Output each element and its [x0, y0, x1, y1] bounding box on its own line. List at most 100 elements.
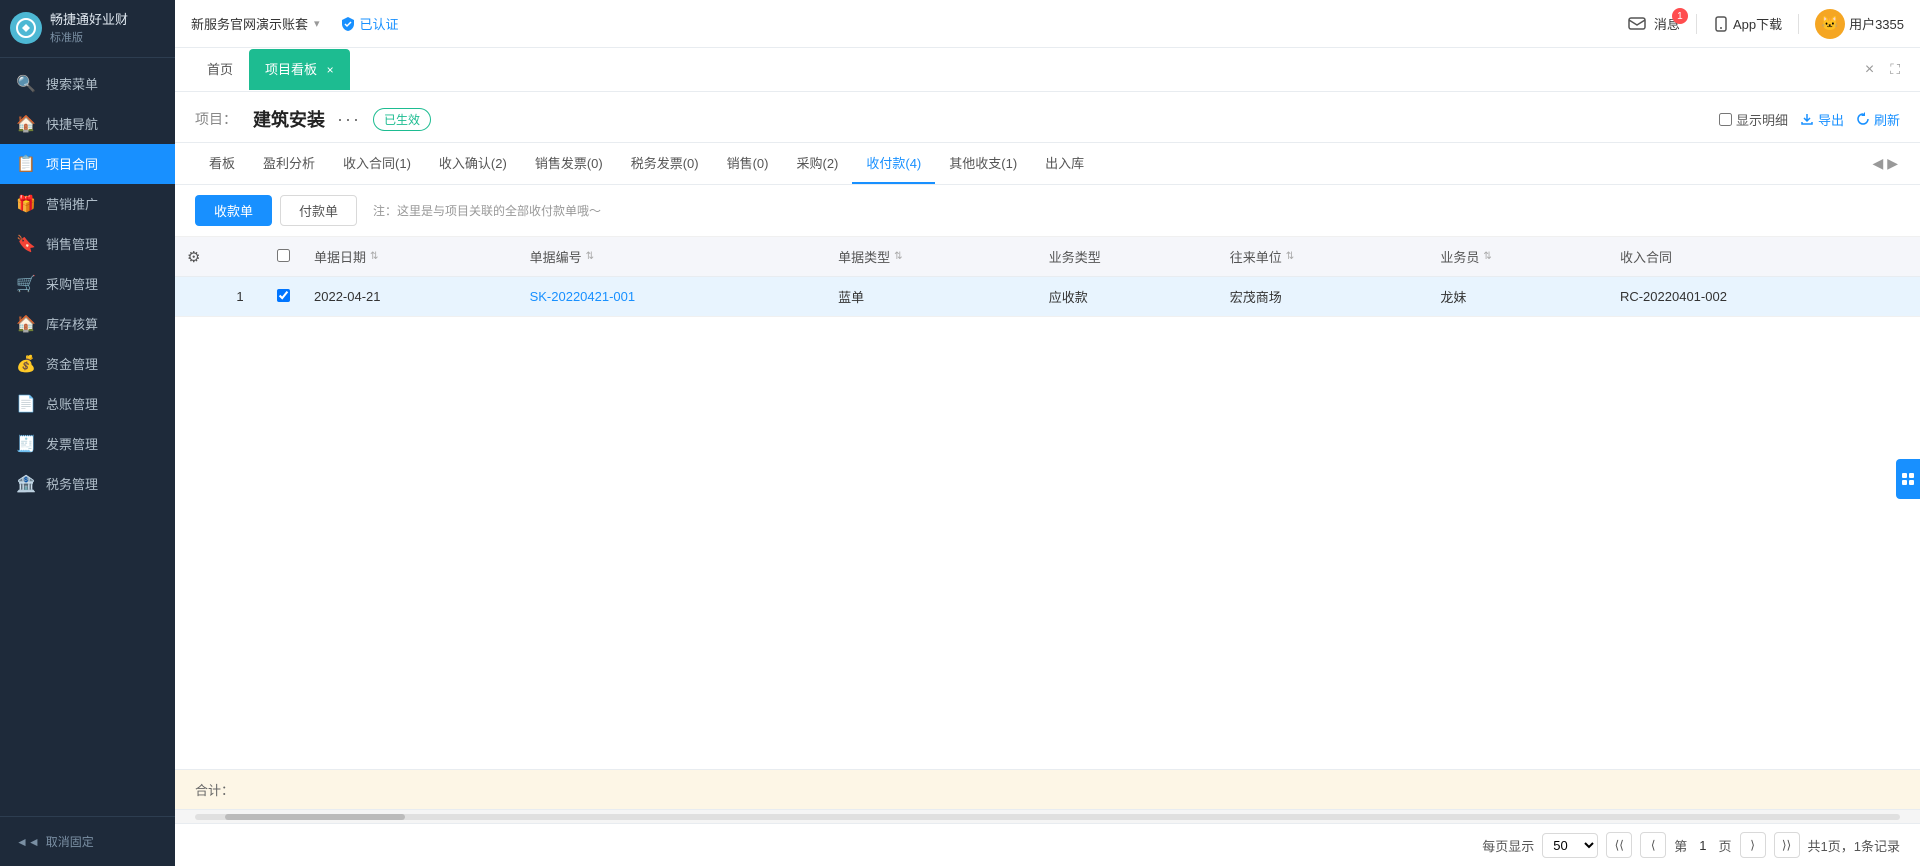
sub-tab-income-contract[interactable]: 收入合同(1) [329, 143, 425, 184]
th-biz-type: 业务类型 [1037, 237, 1218, 277]
sidebar-icon-10: 🏦 [16, 474, 36, 494]
refresh-btn[interactable]: 刷新 [1856, 110, 1900, 129]
certified-badge: 已认证 [340, 14, 399, 33]
message-btn[interactable]: 1 消息 [1628, 14, 1680, 33]
shield-icon [340, 16, 356, 32]
sidebar-icon-3: 🎁 [16, 194, 36, 214]
quick-panel-btn[interactable] [1896, 459, 1920, 499]
sub-tab-sales-invoice[interactable]: 销售发票(0) [521, 143, 617, 184]
pagination-page-suffix: 页 [1719, 836, 1732, 855]
pagination-last-btn[interactable]: ⟩⟩ [1774, 832, 1800, 858]
certified-label: 已认证 [360, 14, 399, 33]
sidebar-item-9[interactable]: 🧾 发票管理 [0, 424, 175, 464]
show-detail-label: 显示明细 [1736, 110, 1788, 129]
row-checkbox[interactable] [277, 289, 290, 302]
sub-tab-sales[interactable]: 销售(0) [713, 143, 783, 184]
pagination-first-btn[interactable]: ⟨⟨ [1606, 832, 1632, 858]
sidebar-icon-7: 💰 [16, 354, 36, 374]
user-menu-btn[interactable]: 🐱 用户3355 [1815, 9, 1904, 39]
pagination-current-page: 1 [1695, 838, 1710, 853]
tab-project-board[interactable]: 项目看板 × [249, 49, 350, 90]
sidebar-bottom[interactable]: ◄◄ 取消固定 [0, 816, 175, 866]
message-badge: 1 [1672, 8, 1688, 24]
sub-tab-inout[interactable]: 出入库 [1031, 143, 1098, 184]
tab-project-board-close[interactable]: × [327, 63, 334, 77]
app-download-btn[interactable]: App下载 [1713, 14, 1782, 33]
sidebar-logo: 畅捷通好业财 标准版 [0, 0, 175, 58]
th-partner[interactable]: 往来单位 ⇅ [1218, 237, 1429, 277]
sub-tab-next-btn[interactable]: ▶ [1885, 151, 1900, 176]
sidebar-item-8[interactable]: 📄 总账管理 [0, 384, 175, 424]
sidebar-item-5[interactable]: 🛒 采购管理 [0, 264, 175, 304]
th-contract: 收入合同 [1608, 237, 1920, 277]
th-salesman[interactable]: 业务员 ⇅ [1428, 237, 1608, 277]
table-footer: 合计： [175, 769, 1920, 809]
scrollbar-thumb[interactable] [225, 814, 405, 820]
sub-tab-payment[interactable]: 收付款(4) [852, 143, 935, 184]
account-selector[interactable]: 新服务官网演示账套 ▾ [191, 14, 320, 33]
show-detail-input[interactable] [1719, 113, 1732, 126]
sub-tab-profit[interactable]: 盈利分析 [249, 143, 329, 184]
sidebar-item-4[interactable]: 🔖 销售管理 [0, 224, 175, 264]
tab-maximize-btn[interactable]: ⛶ [1886, 57, 1904, 83]
quick-panel-icon [1900, 471, 1916, 487]
sub-tab-kanban[interactable]: 看板 [195, 143, 249, 184]
row-check[interactable] [265, 277, 302, 317]
sub-tab-purchase[interactable]: 采购(2) [782, 143, 852, 184]
th-type[interactable]: 单据类型 ⇅ [826, 237, 1037, 277]
sidebar-item-3[interactable]: 🎁 营销推广 [0, 184, 175, 224]
row-num: 1 [215, 277, 265, 317]
show-detail-checkbox[interactable]: 显示明细 [1719, 110, 1788, 129]
scrollbar-track[interactable] [195, 814, 1900, 820]
th-code[interactable]: 单据编号 ⇅ [518, 237, 827, 277]
row-code[interactable]: SK-20220421-001 [518, 277, 827, 317]
total-label: 合计： [195, 783, 234, 798]
sidebar-label-3: 营销推广 [46, 194, 98, 213]
sidebar-item-7[interactable]: 💰 资金管理 [0, 344, 175, 384]
table-wrapper: ⚙ 单据日期 ⇅ [175, 237, 1920, 769]
th-date[interactable]: 单据日期 ⇅ [302, 237, 518, 277]
row-partner: 宏茂商场 [1218, 277, 1429, 317]
pagination-prev-btn[interactable]: ⟨ [1640, 832, 1666, 858]
pagination-total-info: 共1页，1条记录 [1808, 836, 1900, 855]
sidebar-icon-9: 🧾 [16, 434, 36, 454]
tab-close-btn[interactable]: × [1861, 57, 1878, 83]
sidebar-icon-5: 🛒 [16, 274, 36, 294]
pagination-next-btn[interactable]: ⟩ [1740, 832, 1766, 858]
sidebar-item-6[interactable]: 🏠 库存核算 [0, 304, 175, 344]
select-all-checkbox[interactable] [277, 249, 290, 262]
per-page-select[interactable]: 50 100 200 [1542, 833, 1598, 858]
page-title-row: 项目： 建筑安装 ··· 已生效 显示明细 导出 [195, 106, 1900, 132]
row-biz-type: 应收款 [1037, 277, 1218, 317]
sub-tab-other[interactable]: 其他收支(1) [935, 143, 1031, 184]
row-code-link[interactable]: SK-20220421-001 [530, 289, 636, 304]
table-row[interactable]: 1 2022-04-21 SK-20220421-001 蓝单 应收款 宏茂商场 [175, 277, 1920, 317]
content-toggle: 收款单 付款单 注：这里是与项目关联的全部收付款单哦～ [175, 185, 1920, 237]
sidebar-label-2: 项目合同 [46, 154, 98, 173]
export-btn[interactable]: 导出 [1800, 110, 1844, 129]
tab-actions: × ⛶ [1861, 57, 1904, 83]
mobile-icon [1713, 16, 1729, 32]
sub-tab-income-confirm[interactable]: 收入确认(2) [425, 143, 521, 184]
app-name-block: 畅捷通好业财 标准版 [50, 12, 128, 45]
sidebar-icon-0: 🔍 [16, 74, 36, 94]
pay-toggle-btn[interactable]: 付款单 [280, 195, 357, 226]
sub-tab-tax-invoice[interactable]: 税务发票(0) [617, 143, 713, 184]
topbar-left: 新服务官网演示账套 ▾ 已认证 [191, 14, 1628, 33]
account-name: 新服务官网演示账套 [191, 14, 308, 33]
receive-toggle-btn[interactable]: 收款单 [195, 195, 272, 226]
sidebar-item-2[interactable]: 📋 项目合同 [0, 144, 175, 184]
sidebar-unpin-btn[interactable]: ◄◄ 取消固定 [0, 825, 175, 858]
row-type: 蓝单 [826, 277, 1037, 317]
table-scrollbar[interactable] [175, 809, 1920, 823]
topbar-right: 1 消息 App下载 🐱 用户3355 [1628, 9, 1904, 39]
sub-tab-prev-btn[interactable]: ◀ [1870, 151, 1885, 176]
sidebar-item-10[interactable]: 🏦 税务管理 [0, 464, 175, 504]
tab-home[interactable]: 首页 [191, 49, 249, 90]
sidebar-item-0[interactable]: 🔍 搜索菜单 [0, 64, 175, 104]
th-settings[interactable]: ⚙ [175, 237, 215, 277]
page-header-actions: 显示明细 导出 刷新 [1719, 110, 1900, 129]
th-check[interactable] [265, 237, 302, 277]
sidebar-item-1[interactable]: 🏠 快捷导航 [0, 104, 175, 144]
page-more-btn[interactable]: ··· [337, 109, 361, 130]
